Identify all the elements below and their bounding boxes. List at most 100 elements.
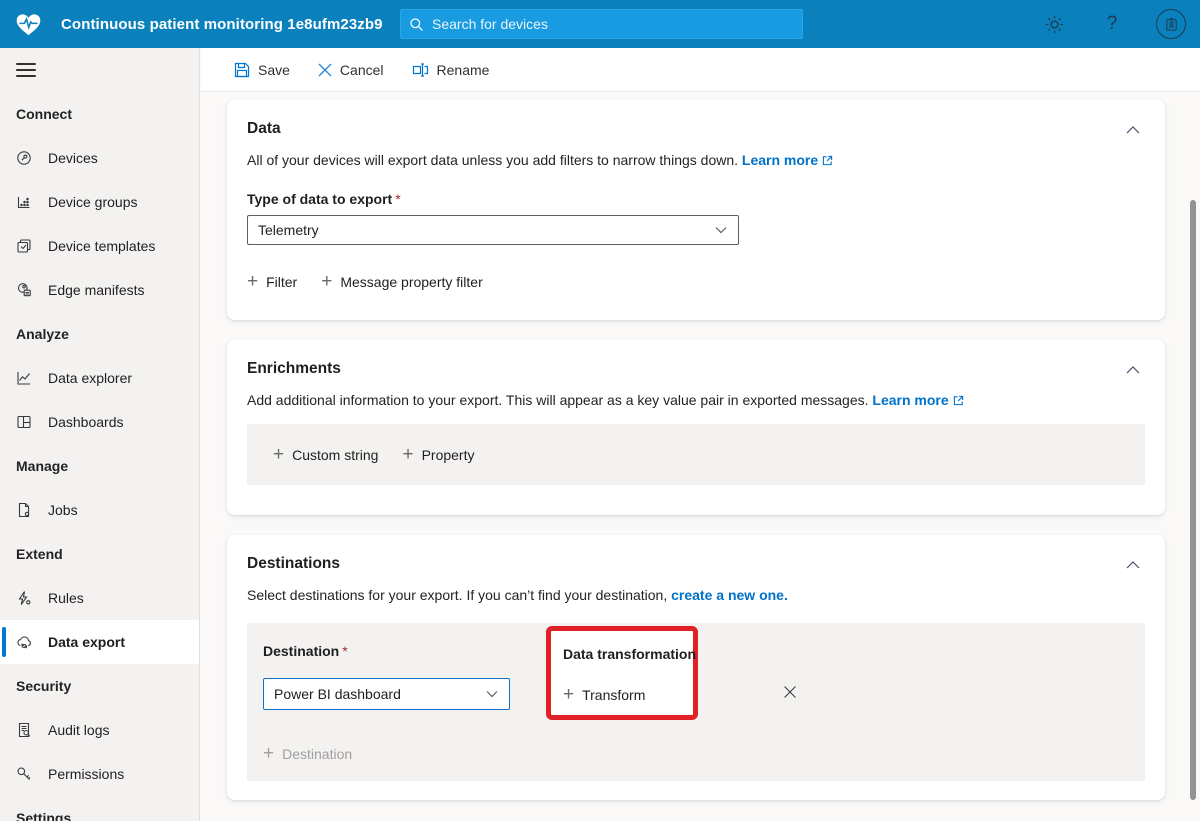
sidebar-item-label: Audit logs <box>48 722 110 738</box>
data-export-editor: Data All of your devices will export dat… <box>201 92 1200 821</box>
sidebar-item-dashboards[interactable]: Dashboards <box>0 400 199 444</box>
sidebar-section-extend: Extend <box>16 546 63 562</box>
sidebar-item-label: Edge manifests <box>48 282 145 298</box>
enrichments-empty-panel: + Custom string + Property <box>247 424 1145 485</box>
sidebar-item-device-templates[interactable]: Device templates <box>0 224 199 268</box>
destination-dropdown[interactable]: Power BI dashboard <box>263 678 510 710</box>
sidebar-section-manage: Manage <box>16 458 69 474</box>
sidebar-item-data-explorer[interactable]: Data explorer <box>0 356 199 400</box>
heart-pulse-logo-icon <box>15 12 42 37</box>
rename-icon <box>412 62 429 78</box>
sidebar-section-security: Security <box>16 678 72 694</box>
cancel-label: Cancel <box>339 61 384 78</box>
destinations-title: Destinations <box>247 555 341 572</box>
enrichments-section-card: Enrichments Add additional information t… <box>227 340 1165 515</box>
sidebar-item-data-export[interactable]: Data export <box>0 620 199 664</box>
data-section-title: Data <box>247 120 281 137</box>
sidebar-section-settings: Settings <box>16 810 72 821</box>
sidebar-item-audit-logs[interactable]: Audit logs <box>0 708 199 752</box>
plus-icon: + <box>321 271 333 292</box>
add-custom-string-button[interactable]: + Custom string <box>273 445 378 464</box>
property-label: Property <box>421 446 475 463</box>
add-destination-label: Destination <box>282 745 353 762</box>
sidebar-item-label: Device groups <box>48 194 138 210</box>
data-export-icon <box>16 634 32 650</box>
device-search-box[interactable] <box>400 9 803 39</box>
rules-icon <box>16 590 32 606</box>
dashboards-icon <box>16 414 32 430</box>
data-transformation-highlight-box: Data transformation + Transform <box>546 626 698 720</box>
sidebar-item-devices[interactable]: Devices <box>0 136 199 180</box>
enrichments-title: Enrichments <box>247 360 341 377</box>
collapse-chevron-up-icon[interactable] <box>1125 559 1141 571</box>
required-asterisk: * <box>342 643 348 659</box>
vertical-scrollbar-thumb[interactable] <box>1190 200 1196 800</box>
destinations-section-card: Destinations Select destinations for you… <box>227 535 1165 800</box>
topbar-actions: ? <box>1040 0 1186 48</box>
sidebar-item-jobs[interactable]: Jobs <box>0 488 199 532</box>
destination-row-panel: Destination * Power BI dashboard Data tra… <box>247 623 1145 781</box>
learn-more-link[interactable]: Learn more <box>742 152 818 168</box>
destination-label: Destination * <box>263 643 348 659</box>
sidebar-item-rules[interactable]: Rules <box>0 576 199 620</box>
external-link-icon <box>822 155 833 166</box>
hamburger-icon <box>16 59 36 81</box>
type-of-data-label: Type of data to export * <box>247 191 401 207</box>
collapse-chevron-up-icon[interactable] <box>1125 124 1141 136</box>
save-icon <box>234 62 250 78</box>
cancel-x-icon <box>318 63 332 77</box>
save-label: Save <box>258 61 290 78</box>
add-property-button[interactable]: + Property <box>402 445 474 464</box>
required-asterisk: * <box>395 191 401 207</box>
device-groups-icon <box>16 194 32 210</box>
plus-icon: + <box>247 271 259 292</box>
audit-logs-icon <box>16 722 32 738</box>
sidebar-item-label: Data export <box>48 634 126 650</box>
sidebar-section-connect: Connect <box>16 106 72 122</box>
type-of-data-value: Telemetry <box>258 222 319 238</box>
destinations-description: Select destinations for your export. If … <box>247 587 668 603</box>
sidebar-item-label: Device templates <box>48 238 156 254</box>
search-input[interactable] <box>432 16 794 32</box>
data-section-card: Data All of your devices will export dat… <box>227 100 1165 320</box>
data-section-description: All of your devices will export data unl… <box>247 152 739 168</box>
create-new-destination-link[interactable]: create a new one. <box>671 587 788 603</box>
plus-icon: + <box>402 444 414 465</box>
sidebar-item-device-groups[interactable]: Device groups <box>0 180 199 224</box>
message-property-filter-label: Message property filter <box>340 273 483 290</box>
add-message-property-filter-button[interactable]: + Message property filter <box>321 272 483 291</box>
external-link-icon <box>953 395 964 406</box>
add-filter-button[interactable]: + Filter <box>247 272 297 291</box>
collapse-chevron-up-icon[interactable] <box>1125 364 1141 376</box>
sidebar-item-label: Devices <box>48 150 98 166</box>
enrichments-description: Add additional information to your expor… <box>247 392 869 408</box>
account-icon[interactable] <box>1156 9 1186 39</box>
rename-button[interactable]: Rename <box>412 62 489 78</box>
help-icon[interactable]: ? <box>1098 10 1126 38</box>
devices-icon <box>16 150 32 166</box>
sidebar-section-analyze: Analyze <box>16 326 69 342</box>
save-button[interactable]: Save <box>234 62 290 78</box>
sidebar-item-label: Data explorer <box>48 370 133 386</box>
sidebar-item-edge-manifests[interactable]: Edge manifests <box>0 268 199 312</box>
sidebar-item-permissions[interactable]: Permissions <box>0 752 199 796</box>
transform-label: Transform <box>582 686 646 703</box>
app-title: Continuous patient monitoring 1e8ufm23zb… <box>61 15 383 33</box>
sidebar-collapse-button[interactable] <box>0 48 199 92</box>
sidebar-nav: Connect Devices Device groups Device tem… <box>0 48 200 821</box>
edit-toolbar: Save Cancel Rename <box>201 48 1200 92</box>
remove-destination-close-icon[interactable] <box>782 684 798 700</box>
data-transformation-label: Data transformation <box>563 646 697 662</box>
add-transform-button[interactable]: + Transform <box>563 685 645 704</box>
sidebar-item-label: Jobs <box>48 502 78 518</box>
device-templates-icon <box>16 238 32 254</box>
settings-gear-icon[interactable] <box>1040 10 1068 38</box>
type-of-data-dropdown[interactable]: Telemetry <box>247 215 739 245</box>
plus-icon: + <box>563 684 575 705</box>
learn-more-link[interactable]: Learn more <box>872 392 948 408</box>
add-destination-button[interactable]: + Destination <box>263 744 352 763</box>
custom-string-label: Custom string <box>292 446 379 463</box>
sidebar-item-label: Dashboards <box>48 414 124 430</box>
cancel-button[interactable]: Cancel <box>318 62 384 78</box>
plus-icon: + <box>273 444 285 465</box>
